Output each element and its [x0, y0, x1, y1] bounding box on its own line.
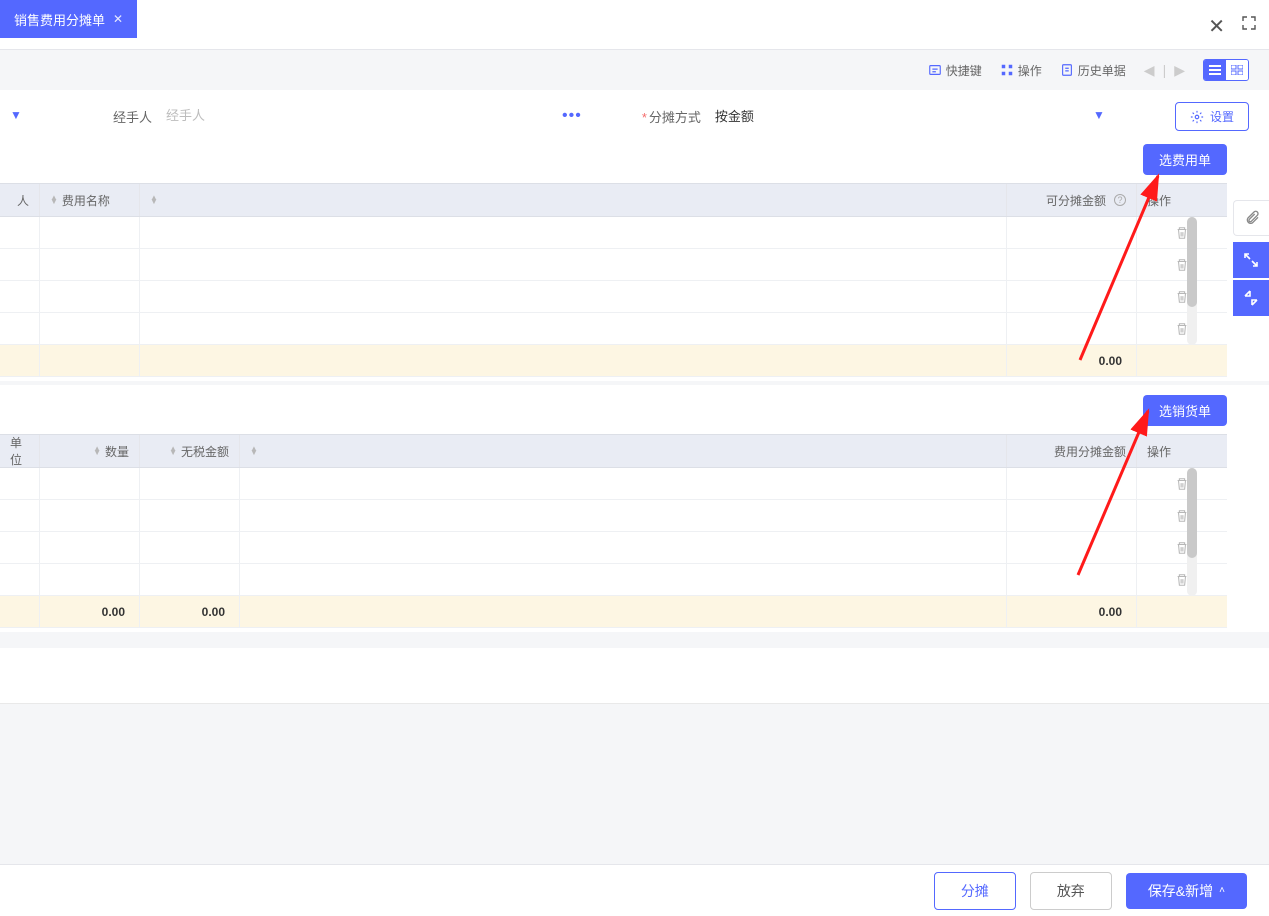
col-spacer: ▲▼ [240, 435, 1007, 467]
chevron-up-icon: ˄ [1219, 885, 1225, 896]
remark-area [0, 648, 1269, 704]
help-icon[interactable]: ? [1114, 194, 1126, 206]
toolbar: 快捷键 操作 历史单据 ◀ | ▶ [0, 50, 1269, 90]
prev-icon[interactable]: ◀ [1144, 62, 1155, 79]
next-icon[interactable]: ▶ [1174, 62, 1185, 79]
table-row[interactable] [0, 564, 1227, 596]
allocate-button[interactable]: 分摊 [934, 872, 1016, 910]
save-add-button[interactable]: 保存&新增 ˄ [1126, 873, 1247, 909]
fullscreen-icon[interactable] [1241, 15, 1257, 31]
table-row[interactable] [0, 468, 1227, 500]
expand-out-icon[interactable] [1233, 242, 1269, 278]
table-row[interactable] [0, 281, 1227, 313]
expand-in-icon[interactable] [1233, 280, 1269, 316]
col-alloc-amount[interactable]: 可分摊金额? [1007, 184, 1137, 216]
col-fee-name[interactable]: ▲▼费用名称 [40, 184, 140, 216]
handler-label: 经手人 [100, 107, 152, 126]
bottom-bar: 分摊 放弃 保存&新增 ˄ [0, 864, 1269, 916]
tab-title: 销售费用分摊单 [14, 10, 105, 29]
col-fee-alloc[interactable]: 费用分摊金额 [1007, 435, 1137, 467]
expense-grid: 人 ▲▼费用名称 ▲▼ 可分摊金额? 操作 0.00 [0, 183, 1227, 377]
chevron-down-icon[interactable]: ▼ [10, 108, 22, 122]
table-row[interactable] [0, 249, 1227, 281]
table-row[interactable] [0, 500, 1227, 532]
toolbar-history[interactable]: 历史单据 [1060, 62, 1126, 79]
method-select[interactable] [711, 104, 1111, 128]
method-label: *分摊方式 [642, 107, 701, 126]
tab-bar: 销售费用分摊单 ✕ ✕ [0, 0, 1269, 50]
col-spacer: ▲▼ [140, 184, 1007, 216]
view-list-icon[interactable] [1204, 60, 1226, 80]
page-close-icon[interactable]: ✕ [1208, 14, 1225, 39]
sales-grid: 单位 ▲▼数量 ▲▼无税金额 ▲▼ 费用分摊金额 操作 0.000.000.00 [0, 434, 1227, 628]
expense-section: 选费用单 人 ▲▼费用名称 ▲▼ 可分摊金额? 操作 0.00 [0, 134, 1269, 381]
sales-section: 选销货单 单位 ▲▼数量 ▲▼无税金额 ▲▼ 费用分摊金额 操作 0.000.0… [0, 385, 1269, 632]
table-row[interactable] [0, 217, 1227, 249]
close-icon[interactable]: ✕ [113, 12, 123, 26]
table-row[interactable] [0, 313, 1227, 345]
col-unit[interactable]: 单位 [0, 435, 40, 467]
toolbar-shortcut[interactable]: 快捷键 [928, 62, 982, 79]
form-area: ▼ 经手人 ••• *分摊方式 ▼ 设置 [0, 90, 1269, 134]
view-card-icon[interactable] [1226, 60, 1248, 80]
toolbar-operate[interactable]: 操作 [1000, 62, 1042, 79]
scrollbar[interactable] [1187, 468, 1197, 558]
col-notax[interactable]: ▲▼无税金额 [140, 435, 240, 467]
col-op: 操作 [1137, 435, 1227, 467]
nav-arrows: ◀ | ▶ [1144, 62, 1185, 79]
select-expense-button[interactable]: 选费用单 [1143, 144, 1227, 175]
total-row: 0.000.000.00 [0, 596, 1227, 628]
col-qty[interactable]: ▲▼数量 [40, 435, 140, 467]
table-row[interactable] [0, 532, 1227, 564]
total-row: 0.00 [0, 345, 1227, 377]
attachment-icon[interactable] [1233, 200, 1269, 236]
col-op: 操作 [1137, 184, 1227, 216]
handler-input[interactable] [162, 104, 562, 128]
settings-button[interactable]: 设置 [1175, 102, 1249, 131]
side-tools [1233, 200, 1269, 316]
view-toggle [1203, 59, 1249, 81]
scrollbar[interactable] [1187, 217, 1197, 307]
col-payee[interactable]: 人 [0, 184, 40, 216]
discard-button[interactable]: 放弃 [1030, 872, 1112, 910]
tab-active[interactable]: 销售费用分摊单 ✕ [0, 0, 137, 38]
select-sales-button[interactable]: 选销货单 [1143, 395, 1227, 426]
more-icon[interactable]: ••• [562, 107, 582, 125]
